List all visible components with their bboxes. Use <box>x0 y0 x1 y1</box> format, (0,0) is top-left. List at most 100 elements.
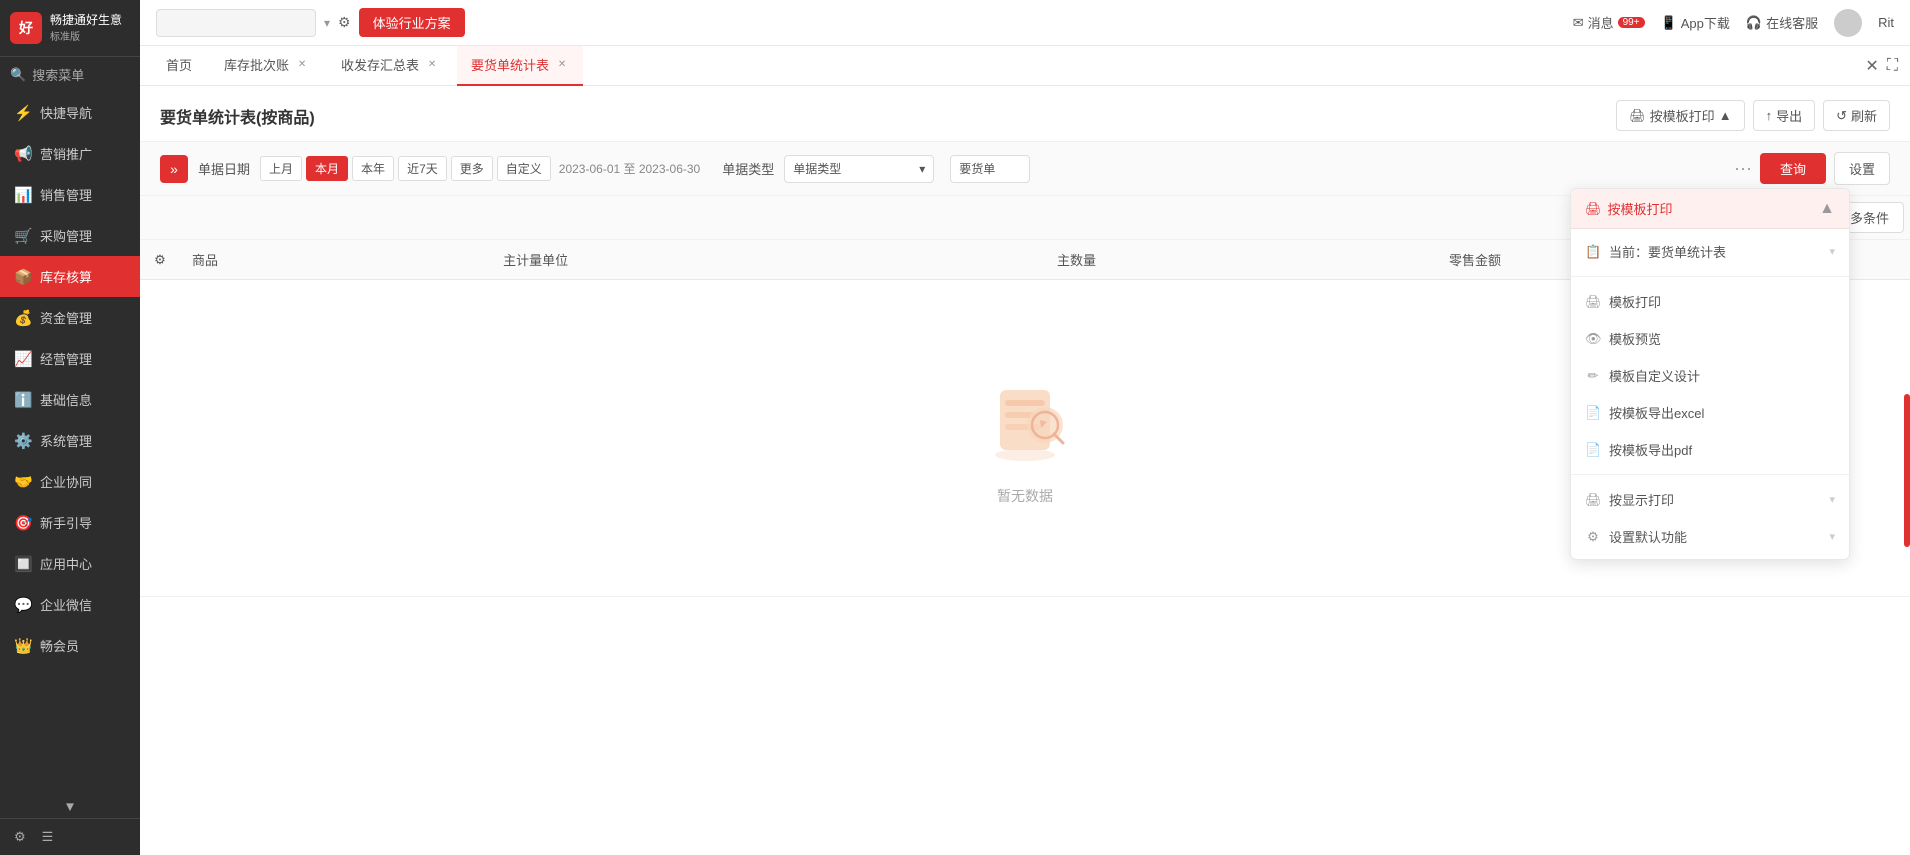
sidebar-item-wechat[interactable]: 💬 企业微信 <box>0 584 140 625</box>
sidebar-item-operation[interactable]: 📈 经营管理 <box>0 338 140 379</box>
sidebar-item-finance[interactable]: 💰 资金管理 <box>0 297 140 338</box>
empty-illustration <box>975 370 1075 470</box>
print-template-btn[interactable]: 🖨 按模板打印 ▲ <box>1616 100 1744 131</box>
dropdown-item-print[interactable]: 🖨 模板打印 <box>1571 283 1849 320</box>
more-options-icon[interactable]: ··· <box>1734 158 1752 179</box>
print-chevron-icon: ▲ <box>1719 108 1732 123</box>
sidebar-item-vip[interactable]: 👑 畅会员 <box>0 625 140 666</box>
sidebar-search[interactable]: 🔍 搜索菜单 <box>0 57 140 92</box>
app-download-btn[interactable]: 📱 App下载 <box>1661 13 1730 32</box>
dropdown-item-set-default[interactable]: ⚙ 设置默认功能 ▾ <box>1571 518 1849 555</box>
col-settings[interactable]: ⚙ <box>140 240 180 280</box>
user-name[interactable]: Rit <box>1878 15 1894 30</box>
logo-text-group: 畅捷通好生意 标准版 <box>50 13 122 44</box>
dropdown-section-current: 📋 当前：要货单统计表 ▾ <box>1571 229 1849 274</box>
filter-expand-btn[interactable]: » <box>160 155 188 183</box>
yh-select[interactable]: 要货单 <box>950 155 1030 183</box>
sidebar-item-label: 库存核算 <box>40 267 92 286</box>
query-btn[interactable]: 查询 <box>1760 153 1826 184</box>
tab-collection-summary[interactable]: 收发存汇总表 ✕ <box>327 46 453 86</box>
current-template-label: 当前：要货单统计表 <box>1609 242 1821 261</box>
online-service-label: 在线客服 <box>1766 13 1818 32</box>
dropdown-title-text: 按模板打印 <box>1608 199 1673 218</box>
date-range: 2023-06-01 至 2023-06-30 <box>559 160 700 177</box>
mobile-icon: 📱 <box>1661 15 1677 31</box>
settings-icon[interactable]: ⚙ <box>14 829 26 845</box>
sidebar-item-inventory[interactable]: 📦 库存核算 <box>0 256 140 297</box>
online-service-btn[interactable]: 🎧 在线客服 <box>1746 13 1818 32</box>
tab-home[interactable]: 首页 <box>152 46 206 86</box>
tabbar-right: ✕ ⛶ <box>1865 56 1898 76</box>
topbar-search-input[interactable] <box>156 9 316 37</box>
sidebar-item-label: 企业协同 <box>40 472 92 491</box>
tab-close-btn[interactable]: ✕ <box>1865 56 1878 76</box>
page-content: 要货单统计表(按商品) 🖨 按模板打印 ▲ ↑ 导出 ↺ 刷新 <box>140 86 1910 855</box>
industry-btn[interactable]: 体验行业方案 <box>359 8 465 37</box>
tab-requisition-stats-label: 要货单统计表 <box>471 55 549 74</box>
dropdown-item-preview[interactable]: 👁 模板预览 <box>1571 320 1849 357</box>
export-btn[interactable]: ↑ 导出 <box>1753 100 1816 131</box>
more-btn[interactable]: 更多 <box>451 156 493 181</box>
tab-requisition-stats[interactable]: 要货单统计表 ✕ <box>457 46 583 86</box>
display-print-arrow: ▾ <box>1829 493 1835 506</box>
sidebar-item-newbie[interactable]: 🎯 新手引导 <box>0 502 140 543</box>
sidebar-bottom: ⚙ ☰ <box>0 818 140 855</box>
current-year-btn[interactable]: 本年 <box>352 156 394 181</box>
sidebar-logo: 好 畅捷通好生意 标准版 <box>0 0 140 57</box>
tab-batch-account-label: 库存批次账 <box>224 55 289 74</box>
refresh-icon: ↺ <box>1836 108 1847 124</box>
sidebar-item-collab[interactable]: 🤝 企业协同 <box>0 461 140 502</box>
sidebar-item-basic-info[interactable]: ℹ️ 基础信息 <box>0 379 140 420</box>
dropdown-item-display-print[interactable]: 🖨 按显示打印 ▾ <box>1571 481 1849 518</box>
topbar-gear-icon[interactable]: ⚙ <box>338 14 351 31</box>
sidebar-item-label: 采购管理 <box>40 226 92 245</box>
prev-month-btn[interactable]: 上月 <box>260 156 302 181</box>
tab-collection-summary-close[interactable]: ✕ <box>425 58 439 72</box>
dropdown-current-template[interactable]: 📋 当前：要货单统计表 ▾ <box>1571 233 1849 270</box>
tab-collection-summary-label: 收发存汇总表 <box>341 55 419 74</box>
dropdown-title: 🖨 按模板打印 <box>1585 199 1673 218</box>
dropdown-close-btn[interactable]: ▲ <box>1819 200 1835 218</box>
tab-expand-btn[interactable]: ⛶ <box>1887 57 1898 75</box>
sidebar-item-app-center[interactable]: 🔲 应用中心 <box>0 543 140 584</box>
scrollbar-right[interactable] <box>1904 394 1910 548</box>
sidebar-item-label: 基础信息 <box>40 390 92 409</box>
sidebar-item-sales[interactable]: 📊 销售管理 <box>0 174 140 215</box>
sidebar-item-label: 企业微信 <box>40 595 92 614</box>
custom-btn[interactable]: 自定义 <box>497 156 551 181</box>
dropdown-item-export-pdf[interactable]: 📄 按模板导出pdf <box>1571 431 1849 468</box>
print-icon: 🖨 <box>1629 108 1646 124</box>
setting-btn[interactable]: 设置 <box>1834 152 1890 185</box>
page-header: 要货单统计表(按商品) 🖨 按模板打印 ▲ ↑ 导出 ↺ 刷新 <box>140 86 1910 142</box>
tab-batch-account-close[interactable]: ✕ <box>295 58 309 72</box>
current-month-btn[interactable]: 本月 <box>306 156 348 181</box>
tab-requisition-stats-close[interactable]: ✕ <box>555 58 569 72</box>
search-icon: 🔍 <box>10 67 26 83</box>
message-btn[interactable]: ✉ 消息 99+ <box>1573 13 1645 32</box>
sidebar-item-purchase[interactable]: 🛒 采购管理 <box>0 215 140 256</box>
export-excel-icon: 📄 <box>1585 405 1601 421</box>
set-default-icon: ⚙ <box>1585 529 1601 545</box>
user-avatar[interactable] <box>1834 9 1862 37</box>
dropdown-divider-1 <box>1571 276 1849 277</box>
sidebar-search-label: 搜索菜单 <box>32 65 84 84</box>
doc-type-select[interactable]: 单据类型 ▾ <box>784 155 934 183</box>
col-quantity: 主数量 <box>1045 240 1437 280</box>
print-item-label: 模板打印 <box>1609 292 1835 311</box>
sidebar-item-quick-nav[interactable]: ⚡ 快捷导航 <box>0 92 140 133</box>
topbar-chevron-icon[interactable]: ▾ <box>324 16 330 30</box>
yh-value: 要货单 <box>959 160 1021 177</box>
app-center-icon: 🔲 <box>14 555 32 573</box>
sidebar-item-marketing[interactable]: 📢 营销推广 <box>0 133 140 174</box>
tab-batch-account[interactable]: 库存批次账 ✕ <box>210 46 323 86</box>
menu-icon[interactable]: ☰ <box>42 829 54 845</box>
sales-icon: 📊 <box>14 186 32 204</box>
dropdown-item-custom-design[interactable]: ✏ 模板自定义设计 <box>1571 357 1849 394</box>
dropdown-item-export-excel[interactable]: 📄 按模板导出excel <box>1571 394 1849 431</box>
refresh-btn[interactable]: ↺ 刷新 <box>1823 100 1890 131</box>
last-7days-btn[interactable]: 近7天 <box>398 156 447 181</box>
topbar-right: ✉ 消息 99+ 📱 App下载 🎧 在线客服 Rit <box>1573 9 1894 37</box>
date-label: 单据日期 <box>198 159 250 178</box>
sidebar-scroll-down[interactable]: ▼ <box>0 794 140 818</box>
sidebar-item-system[interactable]: ⚙️ 系统管理 <box>0 420 140 461</box>
